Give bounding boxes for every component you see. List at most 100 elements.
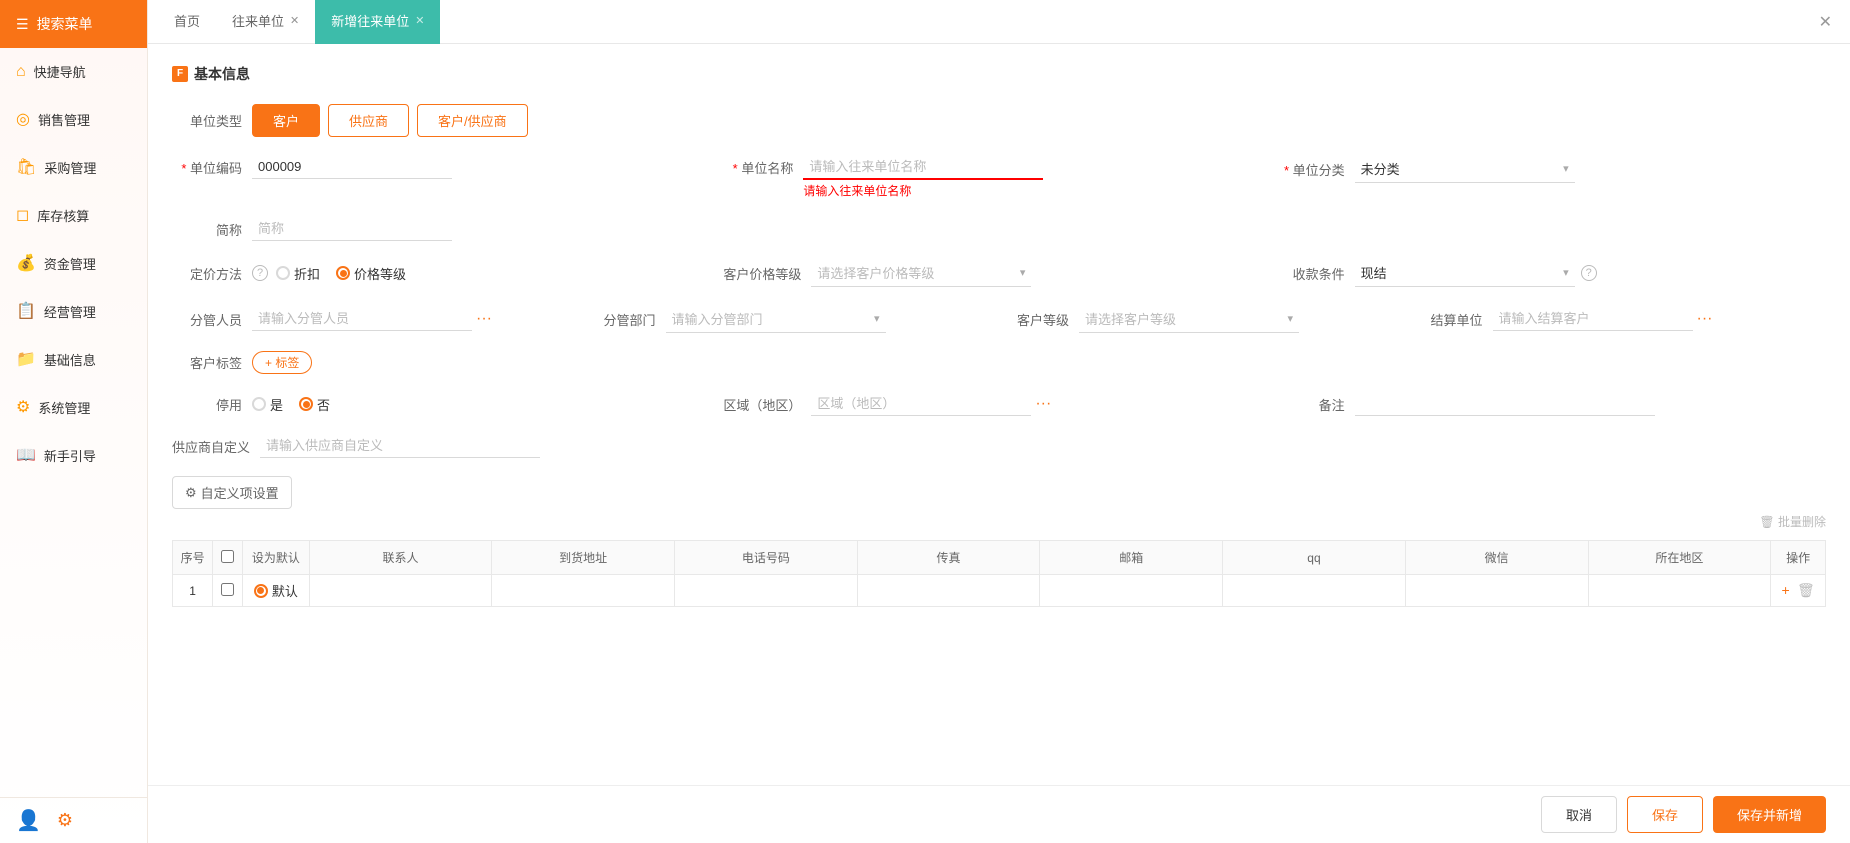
form-row-code-name-cat: 单位编码 单位名称 请输入往来单位名称 单位分类 未分类 ▾ xyxy=(172,155,1826,199)
row-address-input[interactable] xyxy=(498,584,668,598)
save-button[interactable]: 保存 xyxy=(1627,796,1703,833)
pricing-radio-price-level[interactable]: 价格等级 xyxy=(336,264,406,283)
field-region: 区域（地区） ··· xyxy=(723,392,1274,416)
unit-code-input[interactable] xyxy=(252,155,452,179)
pricing-radio-discount[interactable]: 折扣 xyxy=(276,264,320,283)
manager-label: 分管人员 xyxy=(172,310,252,329)
col-checkbox xyxy=(213,541,243,575)
form-row-unit-type: 单位类型 客户 供应商 客户/供应商 xyxy=(172,104,1826,137)
radio-discount-circle xyxy=(276,266,290,280)
sidebar-item-finance[interactable]: 💰 资金管理 xyxy=(0,239,147,287)
unit-name-input[interactable] xyxy=(803,155,1043,180)
batch-delete-icon: 🗑 xyxy=(1759,515,1774,529)
main-content: 首页 往来单位 ✕ 新增往来单位 ✕ ✕ F 基本信息 单位类型 客户 供应商 … xyxy=(148,0,1850,843)
batch-delete-label: 批量删除 xyxy=(1778,515,1826,529)
row-checkbox-cell xyxy=(213,575,243,607)
save-and-new-button[interactable]: 保存并新增 xyxy=(1713,796,1826,833)
sidebar-item-base[interactable]: 📁 基础信息 xyxy=(0,335,147,383)
unit-type-supplier-button[interactable]: 供应商 xyxy=(328,104,409,137)
row-phone-input[interactable] xyxy=(681,584,851,598)
payment-terms-arrow: ▾ xyxy=(1563,266,1569,279)
row-location-input[interactable] xyxy=(1595,584,1765,598)
customer-price-level-label: 客户价格等级 xyxy=(723,264,811,283)
region-input[interactable] xyxy=(811,392,1031,416)
remark-label: 备注 xyxy=(1275,395,1355,414)
unit-category-select[interactable]: 未分类 ▾ xyxy=(1355,155,1575,183)
sidebar-item-sales[interactable]: ◎ 销售管理 xyxy=(0,95,147,143)
tab-home[interactable]: 首页 xyxy=(158,0,216,44)
pricing-price-level-label: 价格等级 xyxy=(354,264,406,283)
disabled-radio-yes[interactable]: 是 xyxy=(252,395,283,414)
sidebar-item-inventory[interactable]: ◻ 库存核算 xyxy=(0,191,147,239)
sidebar-item-purchase[interactable]: 🛍 采购管理 xyxy=(0,143,147,191)
abbr-input[interactable] xyxy=(252,217,452,241)
department-placeholder: 请输入分管部门 xyxy=(672,309,763,328)
unit-type-customer-button[interactable]: 客户 xyxy=(252,104,320,137)
customer-level-select[interactable]: 请选择客户等级 ▾ xyxy=(1079,305,1299,333)
select-all-checkbox[interactable] xyxy=(221,550,234,563)
table-header-row: 序号 设为默认 联系人 到货地址 电话号码 传真 邮箱 qq 微信 所在地区 操… xyxy=(173,541,1826,575)
sidebar-item-quick-nav[interactable]: ⌂ 快捷导航 xyxy=(0,48,147,95)
tab-partner[interactable]: 往来单位 ✕ xyxy=(216,0,315,44)
supplier-custom-label: 供应商自定义 xyxy=(172,437,260,456)
sidebar-item-label: 销售管理 xyxy=(38,110,90,129)
row-email-input[interactable] xyxy=(1046,584,1216,598)
field-unit-name: 单位名称 请输入往来单位名称 xyxy=(723,155,1274,199)
unit-type-both-button[interactable]: 客户/供应商 xyxy=(417,104,528,137)
row-add-button[interactable]: + xyxy=(1779,582,1791,598)
batch-delete-button[interactable]: 🗑 批量删除 xyxy=(172,513,1826,530)
customize-section: ⚙ 自定义项设置 xyxy=(172,476,1826,509)
disabled-radio-no[interactable]: 否 xyxy=(299,395,330,414)
supplier-custom-input[interactable] xyxy=(260,434,540,458)
user-icon: 👤 xyxy=(16,808,41,833)
manager-more-button[interactable]: ··· xyxy=(472,310,496,328)
unit-name-label: 单位名称 xyxy=(723,158,803,177)
sidebar-item-label: 快捷导航 xyxy=(34,62,86,81)
tab-new-partner[interactable]: 新增往来单位 ✕ xyxy=(315,0,440,44)
row-default-radio[interactable]: 默认 xyxy=(249,581,302,600)
tab-bar: 首页 往来单位 ✕ 新增往来单位 ✕ ✕ xyxy=(148,0,1850,44)
pricing-discount-label: 折扣 xyxy=(294,264,320,283)
field-remark: 备注 xyxy=(1275,392,1826,416)
settlement-unit-input[interactable] xyxy=(1493,307,1693,331)
field-disabled: 停用 是 否 xyxy=(172,395,723,414)
payment-terms-help-icon[interactable]: ? xyxy=(1581,265,1597,281)
row-contact-input[interactable] xyxy=(316,584,486,598)
radio-price-level-circle xyxy=(336,266,350,280)
radio-no-circle xyxy=(299,397,313,411)
sidebar-item-system[interactable]: ⚙ 系统管理 xyxy=(0,383,147,431)
row-qq-input[interactable] xyxy=(1229,584,1399,598)
payment-terms-select[interactable]: 现结 ▾ xyxy=(1355,259,1575,287)
row-wechat-input[interactable] xyxy=(1412,584,1582,598)
customize-settings-button[interactable]: ⚙ 自定义项设置 xyxy=(172,476,292,509)
cancel-button[interactable]: 取消 xyxy=(1541,796,1617,833)
tab-new-partner-close[interactable]: ✕ xyxy=(415,14,424,27)
field-abbr: 简称 xyxy=(172,217,1826,241)
sidebar-item-operation[interactable]: 📋 经营管理 xyxy=(0,287,147,335)
region-more-button[interactable]: ··· xyxy=(1031,395,1055,413)
row-contact-cell xyxy=(309,575,492,607)
customize-btn-label: 自定义项设置 xyxy=(201,483,279,502)
field-payment-terms: 收款条件 现结 ▾ ? xyxy=(1275,259,1826,287)
tab-partner-close[interactable]: ✕ xyxy=(290,14,299,27)
customer-level-arrow: ▾ xyxy=(1287,312,1293,325)
row-fax-input[interactable] xyxy=(864,584,1034,598)
row-action-cell: + 🗑 xyxy=(1771,575,1826,607)
sidebar-item-guide[interactable]: 📖 新手引导 xyxy=(0,431,147,479)
settlement-unit-more-button[interactable]: ··· xyxy=(1693,310,1717,328)
add-tag-button[interactable]: + 标签 xyxy=(252,351,312,374)
row-delete-button[interactable]: 🗑 xyxy=(1795,582,1817,598)
customer-level-placeholder: 请选择客户等级 xyxy=(1085,309,1176,328)
customer-price-level-select[interactable]: 请选择客户价格等级 ▾ xyxy=(811,259,1031,287)
sidebar-search[interactable]: ☰ 搜索菜单 xyxy=(0,0,147,48)
field-unit-type: 单位类型 客户 供应商 客户/供应商 xyxy=(172,104,1826,137)
row-checkbox[interactable] xyxy=(221,583,234,596)
department-select[interactable]: 请输入分管部门 ▾ xyxy=(666,305,886,333)
row-wechat-cell xyxy=(1405,575,1588,607)
close-all-tabs-button[interactable]: ✕ xyxy=(1811,8,1840,36)
manager-input[interactable] xyxy=(252,307,472,331)
pricing-help-icon[interactable]: ? xyxy=(252,265,268,281)
sidebar-search-label: 搜索菜单 xyxy=(37,14,93,34)
page-content: F 基本信息 单位类型 客户 供应商 客户/供应商 单位编码 单位名称 xyxy=(148,44,1850,785)
remark-input[interactable] xyxy=(1355,392,1655,416)
